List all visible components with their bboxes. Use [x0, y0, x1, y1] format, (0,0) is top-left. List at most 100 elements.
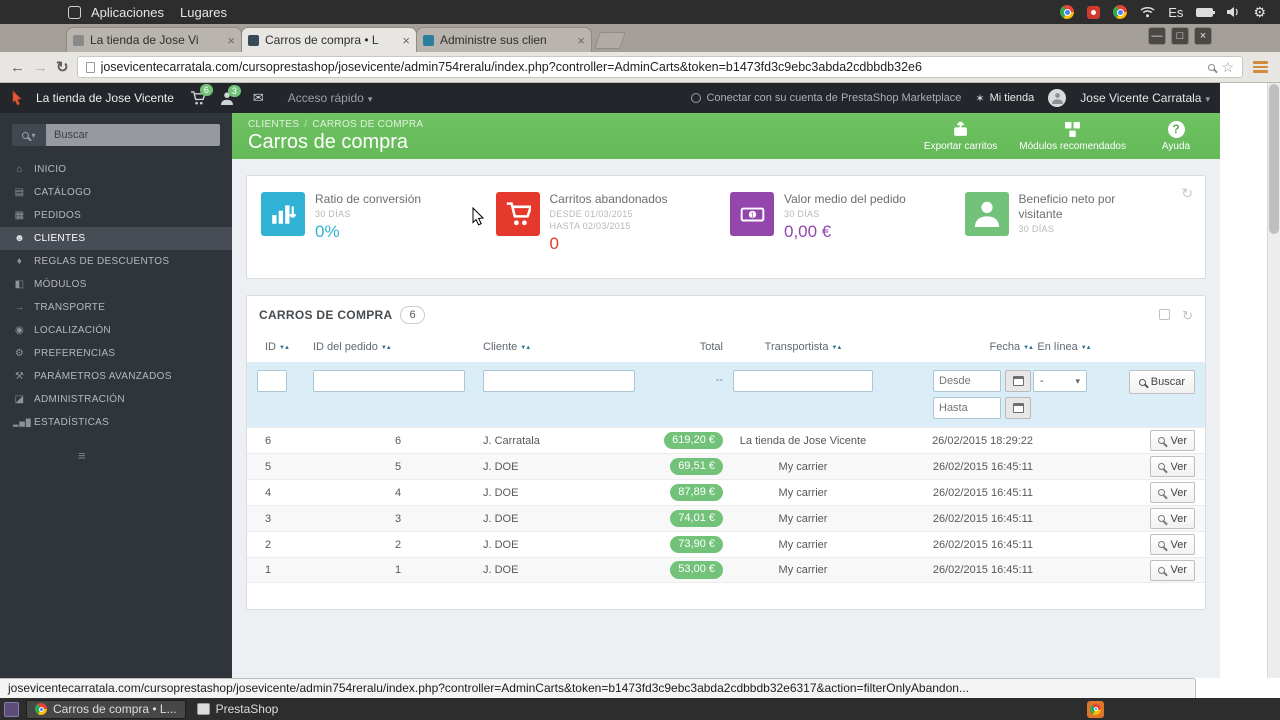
sort-arrows-icon[interactable]: [1078, 341, 1091, 353]
panel-export-icon[interactable]: [1159, 308, 1171, 320]
view-cart-button[interactable]: Ver: [1150, 482, 1195, 503]
view-cart-button[interactable]: Ver: [1150, 508, 1195, 529]
panel-refresh-icon[interactable]: ↻: [1182, 309, 1193, 322]
filter-carrier-input[interactable]: [733, 370, 873, 392]
filter-online-select[interactable]: -: [1033, 370, 1087, 392]
search-icon[interactable]: [1208, 63, 1216, 71]
column-header-customer[interactable]: Cliente: [483, 341, 653, 353]
breadcrumb-parent[interactable]: CLIENTES: [248, 119, 299, 130]
tab-close-icon[interactable]: ×: [227, 34, 235, 47]
sidebar-item-inicio[interactable]: ⌂ INICIO: [0, 158, 232, 181]
vertical-scrollbar[interactable]: [1267, 83, 1280, 678]
keyboard-layout-indicator[interactable]: Es: [1168, 5, 1183, 20]
prestashop-logo[interactable]: [10, 90, 26, 106]
messages-icon[interactable]: ✉: [253, 90, 264, 106]
sidebar-search-input[interactable]: [46, 124, 220, 146]
tab-shop-front[interactable]: La tienda de Jose Vi ×: [66, 27, 242, 52]
address-bar[interactable]: ☆: [76, 56, 1243, 78]
filter-date-from-input[interactable]: [933, 370, 1001, 392]
recorder-icon[interactable]: [1087, 5, 1101, 19]
volume-icon[interactable]: [1226, 6, 1240, 18]
bookmark-star-icon[interactable]: ☆: [1221, 60, 1234, 74]
filter-customer-input[interactable]: [483, 370, 635, 392]
minimize-button[interactable]: —: [1148, 27, 1166, 45]
my-shop-link[interactable]: Mi tienda: [975, 92, 1035, 105]
refresh-kpi-icon[interactable]: ↻: [1181, 186, 1193, 200]
sidebar-item-localizacion[interactable]: ◉ LOCALIZACIÓN: [0, 319, 232, 342]
user-menu[interactable]: Jose Vicente Carratala: [1080, 91, 1210, 105]
customers-notification[interactable]: 3: [220, 84, 241, 105]
sidebar-item-catalogo[interactable]: ▤ CATÁLOGO: [0, 181, 232, 204]
tab-customers[interactable]: Administre sus clien ×: [416, 27, 592, 52]
filter-order-id-input[interactable]: [313, 370, 465, 392]
sidebar-item-transporte[interactable]: → TRANSPORTE: [0, 296, 232, 319]
search-submit-button[interactable]: Buscar: [1128, 370, 1195, 394]
browser-menu-button[interactable]: [1251, 59, 1270, 75]
chrome-tray-icon[interactable]: [1060, 5, 1075, 19]
column-header-date[interactable]: Fecha: [883, 341, 1033, 353]
sort-arrows-icon[interactable]: [276, 341, 289, 353]
sidebar-item-parametros-avanzados[interactable]: ⚒ PARÁMETROS AVANZADOS: [0, 365, 232, 388]
sort-arrows-icon[interactable]: [828, 341, 841, 353]
column-header-id[interactable]: ID: [257, 341, 313, 353]
column-header-online[interactable]: En línea: [1033, 341, 1095, 353]
scrollbar-thumb[interactable]: [1269, 84, 1279, 234]
column-header-carrier[interactable]: Transportista: [723, 341, 883, 353]
url-input[interactable]: [100, 60, 1203, 74]
export-carts-button[interactable]: Exportar carritos: [924, 120, 997, 152]
maximize-button[interactable]: □: [1171, 27, 1189, 45]
sidebar-item-reglas-descuentos[interactable]: ♦ REGLAS DE DESCUENTOS: [0, 250, 232, 273]
shop-name-link[interactable]: La tienda de Jose Vicente: [36, 91, 174, 105]
date-from-calendar-button[interactable]: [1005, 370, 1031, 392]
view-cart-button[interactable]: Ver: [1150, 430, 1195, 451]
tab-close-icon[interactable]: ×: [402, 34, 410, 47]
sidebar-item-preferencias[interactable]: ⚙ PREFERENCIAS: [0, 342, 232, 365]
avatar[interactable]: [1048, 89, 1067, 107]
reload-button[interactable]: ↻: [56, 60, 69, 75]
sidebar-search-scope[interactable]: ▾: [12, 124, 46, 146]
wifi-icon[interactable]: [1140, 6, 1155, 18]
quick-access-menu[interactable]: Acceso rápido: [288, 91, 373, 105]
sidebar-item-clientes[interactable]: ☻ CLIENTES: [0, 227, 232, 250]
sort-arrows-icon[interactable]: [378, 341, 391, 353]
workspace-switcher-icon[interactable]: [4, 701, 19, 717]
sidebar-item-modulos[interactable]: ◧ MÓDULOS: [0, 273, 232, 296]
tab-close-icon[interactable]: ×: [577, 34, 585, 47]
date-to-calendar-button[interactable]: [1005, 397, 1031, 419]
view-cart-button[interactable]: Ver: [1150, 456, 1195, 477]
taskbar-item-prestashop[interactable]: PrestaShop: [189, 700, 287, 719]
filter-id-input[interactable]: [257, 370, 287, 392]
collapse-menu-icon[interactable]: ≡: [78, 448, 232, 463]
chrome-launcher-icon[interactable]: [1087, 700, 1104, 718]
localization-icon: ◉: [14, 325, 25, 336]
filter-date-to-input[interactable]: [933, 397, 1001, 419]
close-button[interactable]: ×: [1194, 27, 1212, 45]
new-tab-button[interactable]: [594, 32, 626, 49]
view-cart-button[interactable]: Ver: [1150, 559, 1195, 581]
help-button[interactable]: Ayuda: [1148, 120, 1204, 152]
page-icon: [85, 61, 95, 73]
recommended-modules-button[interactable]: Módulos recomendados: [1019, 121, 1126, 152]
magnifier-icon: [1158, 489, 1166, 496]
battery-icon[interactable]: [1196, 7, 1216, 17]
tab-favicon: [423, 34, 434, 46]
sort-arrows-icon[interactable]: [517, 341, 530, 353]
menu-lugares[interactable]: Lugares: [180, 5, 227, 20]
tab-carts-active[interactable]: Carros de compra • L ×: [241, 27, 417, 52]
carts-notification[interactable]: 6: [190, 84, 213, 105]
forward-button[interactable]: →: [33, 60, 48, 75]
column-header-order-id[interactable]: ID del pedido: [313, 341, 483, 353]
search-icon: [1138, 378, 1146, 386]
sort-arrows-icon[interactable]: [1020, 341, 1033, 353]
back-button[interactable]: ←: [10, 60, 25, 75]
breadcrumb: CLIENTES / CARROS DE COMPRA: [248, 118, 424, 130]
session-gear-icon[interactable]: ⚙: [1253, 5, 1266, 19]
sidebar-item-pedidos[interactable]: ▦ PEDIDOS: [0, 204, 232, 227]
view-cart-button[interactable]: Ver: [1150, 534, 1195, 555]
taskbar-item-browser[interactable]: Carros de compra • L...: [26, 699, 186, 719]
menu-aplicaciones[interactable]: Aplicaciones: [91, 5, 164, 20]
marketplace-link[interactable]: Conectar con su cuenta de PrestaShop Mar…: [691, 92, 961, 104]
sidebar-item-estadisticas[interactable]: ▂▅█ ESTADÍSTICAS: [0, 411, 232, 434]
sidebar-item-administracion[interactable]: ◪ ADMINISTRACIÓN: [0, 388, 232, 411]
chrome-tray-icon-2[interactable]: [1113, 5, 1128, 19]
